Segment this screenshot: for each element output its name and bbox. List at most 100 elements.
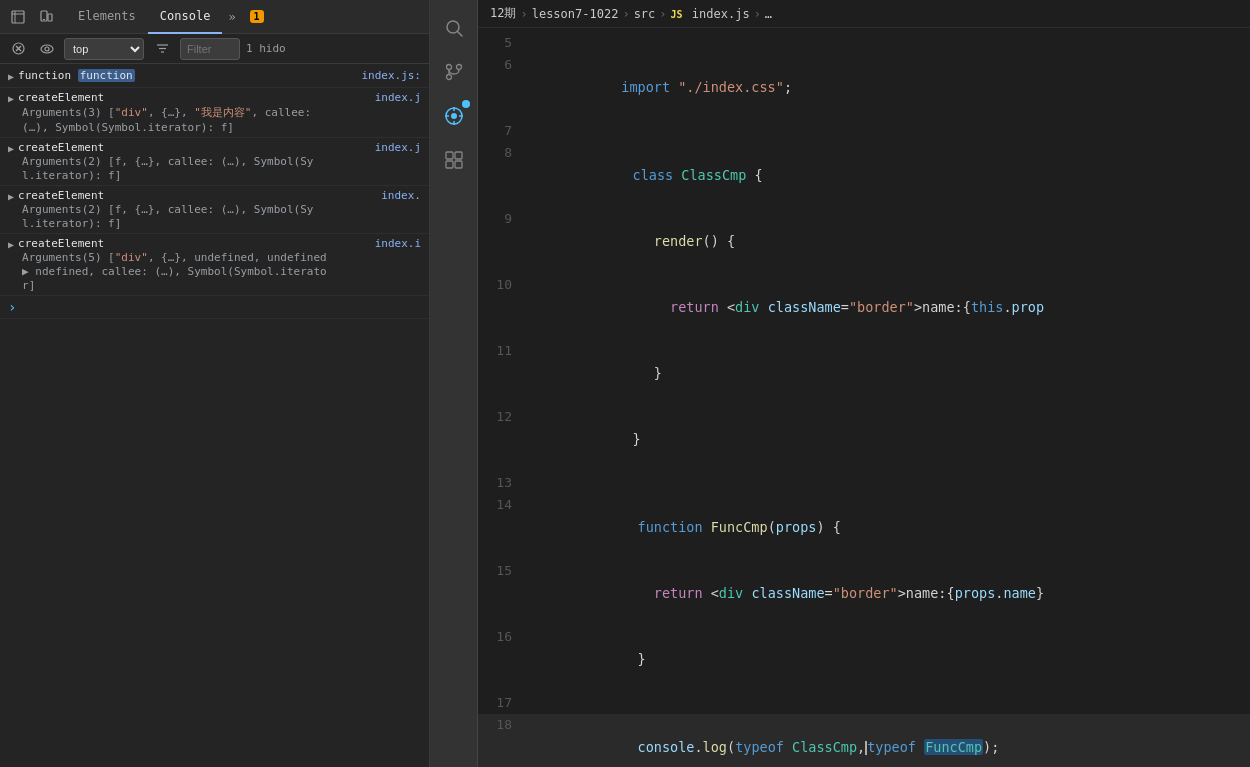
expand-arrow[interactable]: ▶ [8, 191, 14, 202]
extensions-activity-item[interactable] [434, 140, 474, 180]
source-control-activity-item[interactable] [434, 52, 474, 92]
code-line-9: 9 render() { [478, 208, 1250, 274]
code-line-16: 16 } [478, 626, 1250, 692]
entry-detail: Arguments(3) ["div", {…}, "我是内容", callee… [18, 105, 421, 120]
entry-detail: Arguments(5) ["div", {…}, undefined, und… [18, 251, 421, 264]
entry-main: createElement index.j Arguments(3) ["div… [18, 91, 421, 134]
console-entry[interactable]: ▶ function function index.js: [0, 66, 429, 88]
search-activity-item[interactable] [434, 8, 474, 48]
entry-header: createElement index. [18, 189, 421, 202]
console-entry[interactable]: ▶ createElement index.j Arguments(3) ["d… [0, 88, 429, 138]
line-num-15: 15 [478, 560, 524, 582]
inspect-icon[interactable] [6, 5, 30, 29]
entry-file[interactable]: index.i [375, 237, 421, 250]
svg-rect-27 [455, 152, 462, 159]
entry-main: createElement index.j Arguments(2) [f, {… [18, 141, 421, 182]
entry-text: createElement [18, 141, 367, 154]
code-editor[interactable]: 5 6 import "./index.css"; 7 8 [478, 28, 1250, 767]
line-num-6: 6 [478, 54, 524, 76]
console-entry[interactable]: ▶ createElement index. Arguments(2) [f, … [0, 186, 429, 234]
entry-text: createElement [18, 91, 367, 104]
entry-text: createElement [18, 237, 367, 250]
entry-file[interactable]: index. [381, 189, 421, 202]
breadcrumb: 12期 › lesson7-1022 › src › JS index.js ›… [478, 0, 1250, 28]
entry-main: createElement index. Arguments(2) [f, {…… [18, 189, 421, 230]
line-content-16: } [532, 626, 1250, 692]
entry-header: createElement index.j [18, 91, 421, 104]
code-line-5: 5 [478, 32, 1250, 54]
line-content-18: console.log(typeof ClassCmp,typeof FuncC… [532, 714, 1250, 767]
entry-sub: (…), Symbol(Symbol.iterator): f] [18, 121, 421, 134]
code-line-12: 12 } [478, 406, 1250, 472]
entry-main: createElement index.i Arguments(5) ["div… [18, 237, 421, 292]
line-content-12: } [527, 406, 1250, 472]
line-content-6: import "./index.css"; [532, 54, 1250, 120]
line-num-11: 11 [478, 340, 524, 362]
show-hide-icon[interactable] [36, 38, 58, 60]
line-num-17: 17 [478, 692, 524, 714]
expand-arrow[interactable]: ▶ [8, 143, 14, 154]
context-selector[interactable]: top [64, 38, 144, 60]
svg-rect-29 [455, 161, 462, 168]
device-icon[interactable] [34, 5, 58, 29]
svg-point-18 [446, 75, 451, 80]
breadcrumb-lesson[interactable]: lesson7-1022 [532, 7, 619, 21]
breadcrumb-12qi[interactable]: 12期 [490, 5, 516, 22]
run-debug-activity-item[interactable] [434, 96, 474, 136]
console-caret-icon: › [8, 299, 16, 315]
devtools-panel: Elements Console » 1 top [0, 0, 430, 767]
expand-arrow[interactable]: ▶ [8, 71, 14, 82]
console-caret-line[interactable]: › [0, 296, 429, 319]
svg-line-15 [457, 32, 462, 37]
line-content-14: function FuncCmp(props) { [532, 494, 1250, 560]
tab-console[interactable]: Console [148, 0, 223, 34]
console-filter-bar: top 1 hido [0, 34, 429, 64]
activity-bar [430, 0, 478, 767]
expand-arrow[interactable]: ▶ [8, 239, 14, 250]
entry-header: function function index.js: [18, 69, 421, 82]
svg-point-10 [45, 47, 49, 51]
console-entry[interactable]: ▶ createElement index.j Arguments(2) [f,… [0, 138, 429, 186]
highlight-function: function [78, 69, 135, 82]
svg-point-21 [451, 113, 457, 119]
entry-sub1: ▶ ndefined, callee: (…), Symbol(Symbol.i… [18, 265, 421, 278]
editor-panel: 12期 › lesson7-1022 › src › JS index.js ›… [430, 0, 1250, 767]
entry-file[interactable]: index.j [375, 91, 421, 104]
devtools-tabs: Elements Console » [66, 0, 242, 34]
entry-file[interactable]: index.j [375, 141, 421, 154]
filter-icon[interactable] [150, 37, 174, 61]
line-content-8: class ClassCmp { [527, 142, 1250, 208]
entry-header: createElement index.j [18, 141, 421, 154]
code-line-11: 11 } [478, 340, 1250, 406]
warning-badge: 1 [250, 10, 264, 23]
svg-point-9 [41, 45, 53, 53]
notification-dot [462, 100, 470, 108]
line-num-18: 18 [478, 714, 524, 736]
code-line-18: 18 console.log(typeof ClassCmp,typeof Fu… [478, 714, 1250, 767]
line-num-16: 16 [478, 626, 524, 648]
breadcrumb-file[interactable]: JS index.js [671, 7, 750, 21]
entry-file[interactable]: index.js: [361, 69, 421, 82]
tab-more[interactable]: » [222, 10, 241, 24]
entry-sub: l.iterator): f] [18, 217, 421, 230]
line-num-8: 8 [478, 142, 524, 164]
breadcrumb-dots[interactable]: … [765, 7, 772, 21]
devtools-toolbar: Elements Console » 1 [0, 0, 429, 34]
line-num-14: 14 [478, 494, 524, 516]
console-entry[interactable]: ▶ createElement index.i Arguments(5) ["d… [0, 234, 429, 296]
breadcrumb-src[interactable]: src [634, 7, 656, 21]
entry-detail: Arguments(2) [f, {…}, callee: (…), Symbo… [18, 155, 421, 168]
expand-arrow[interactable]: ▶ [8, 93, 14, 104]
line-content-10: return <div className="border">name:{thi… [532, 274, 1250, 340]
line-num-13: 13 [478, 472, 524, 494]
line-content-9: render() { [532, 208, 1250, 274]
code-line-8: 8 class ClassCmp { [478, 142, 1250, 208]
code-line-14: 14 function FuncCmp(props) { [478, 494, 1250, 560]
entry-text: function function [18, 69, 353, 82]
clear-console-icon[interactable] [6, 37, 30, 61]
filter-input[interactable] [180, 38, 240, 60]
tab-elements[interactable]: Elements [66, 0, 148, 34]
code-line-15: 15 return <div className="border">name:{… [478, 560, 1250, 626]
code-line-6: 6 import "./index.css"; [478, 54, 1250, 120]
code-line-13: 13 [478, 472, 1250, 494]
